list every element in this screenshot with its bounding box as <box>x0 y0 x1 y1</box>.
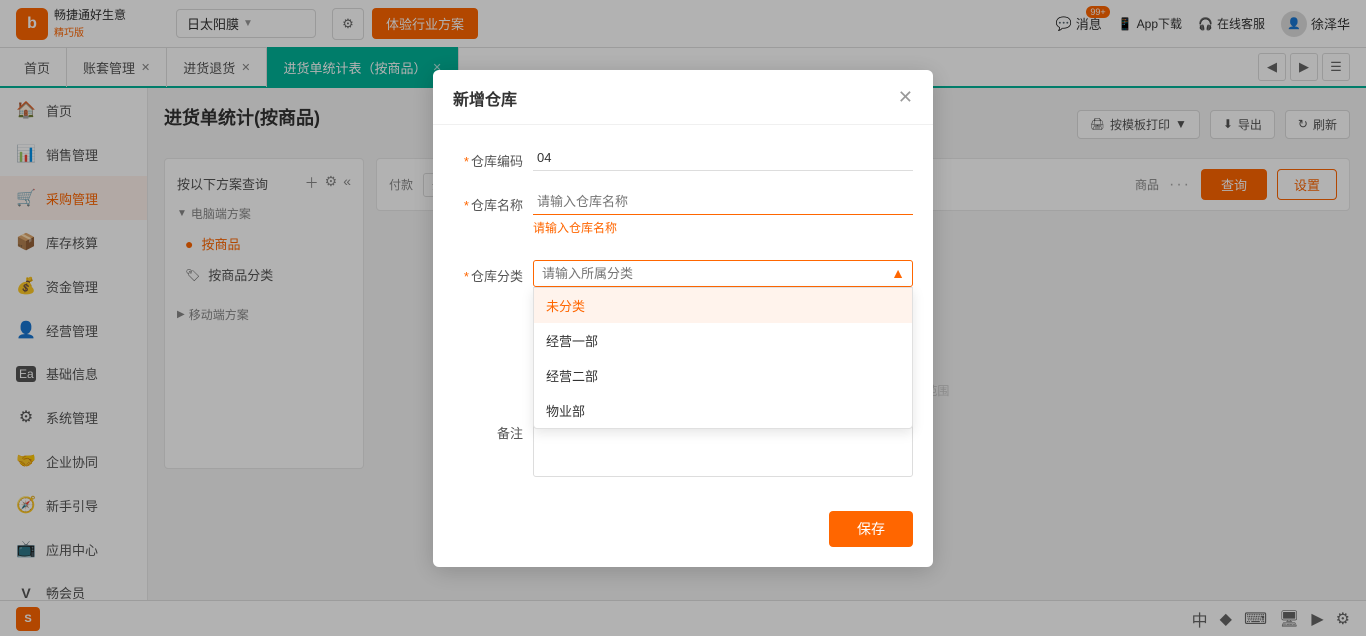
save-button[interactable]: 保存 <box>829 511 913 547</box>
warehouse-category-row: 仓库分类 ▲ 未分类 经营一部 经营二部 物业部 <box>453 260 913 287</box>
category-input[interactable] <box>533 260 913 287</box>
category-label: 仓库分类 <box>453 260 533 285</box>
dialog-header: 新增仓库 ✕ <box>433 70 933 125</box>
category-select-wrap: ▲ 未分类 经营一部 经营二部 物业部 <box>533 260 913 287</box>
note-label: 备注 <box>453 417 533 442</box>
warehouse-code-input[interactable] <box>533 145 913 171</box>
category-dropdown-arrow[interactable]: ▲ <box>891 265 905 281</box>
new-warehouse-dialog: 新增仓库 ✕ 仓库编码 仓库名称 请输入仓库名称 仓库分类 <box>433 70 933 567</box>
name-label: 仓库名称 <box>453 189 533 214</box>
code-label: 仓库编码 <box>453 145 533 170</box>
category-dropdown-list: 未分类 经营一部 经营二部 物业部 <box>533 287 913 429</box>
dialog-overlay: 新增仓库 ✕ 仓库编码 仓库名称 请输入仓库名称 仓库分类 <box>0 0 1366 636</box>
dialog-footer: 保存 <box>433 511 933 567</box>
dropdown-item-dept2[interactable]: 经营二部 <box>534 358 912 393</box>
dialog-title: 新增仓库 <box>453 86 517 110</box>
dropdown-item-dept1[interactable]: 经营一部 <box>534 323 912 358</box>
warehouse-name-row: 仓库名称 请输入仓库名称 <box>453 189 913 236</box>
dialog-close-btn[interactable]: ✕ <box>898 87 913 108</box>
dropdown-item-unclassified[interactable]: 未分类 <box>534 288 912 323</box>
warehouse-code-row: 仓库编码 <box>453 145 913 171</box>
name-error-msg: 请输入仓库名称 <box>533 219 617 236</box>
dialog-body: 仓库编码 仓库名称 请输入仓库名称 仓库分类 ▲ <box>433 125 933 511</box>
warehouse-name-input[interactable] <box>533 189 913 215</box>
dropdown-item-dept3[interactable]: 物业部 <box>534 393 912 428</box>
